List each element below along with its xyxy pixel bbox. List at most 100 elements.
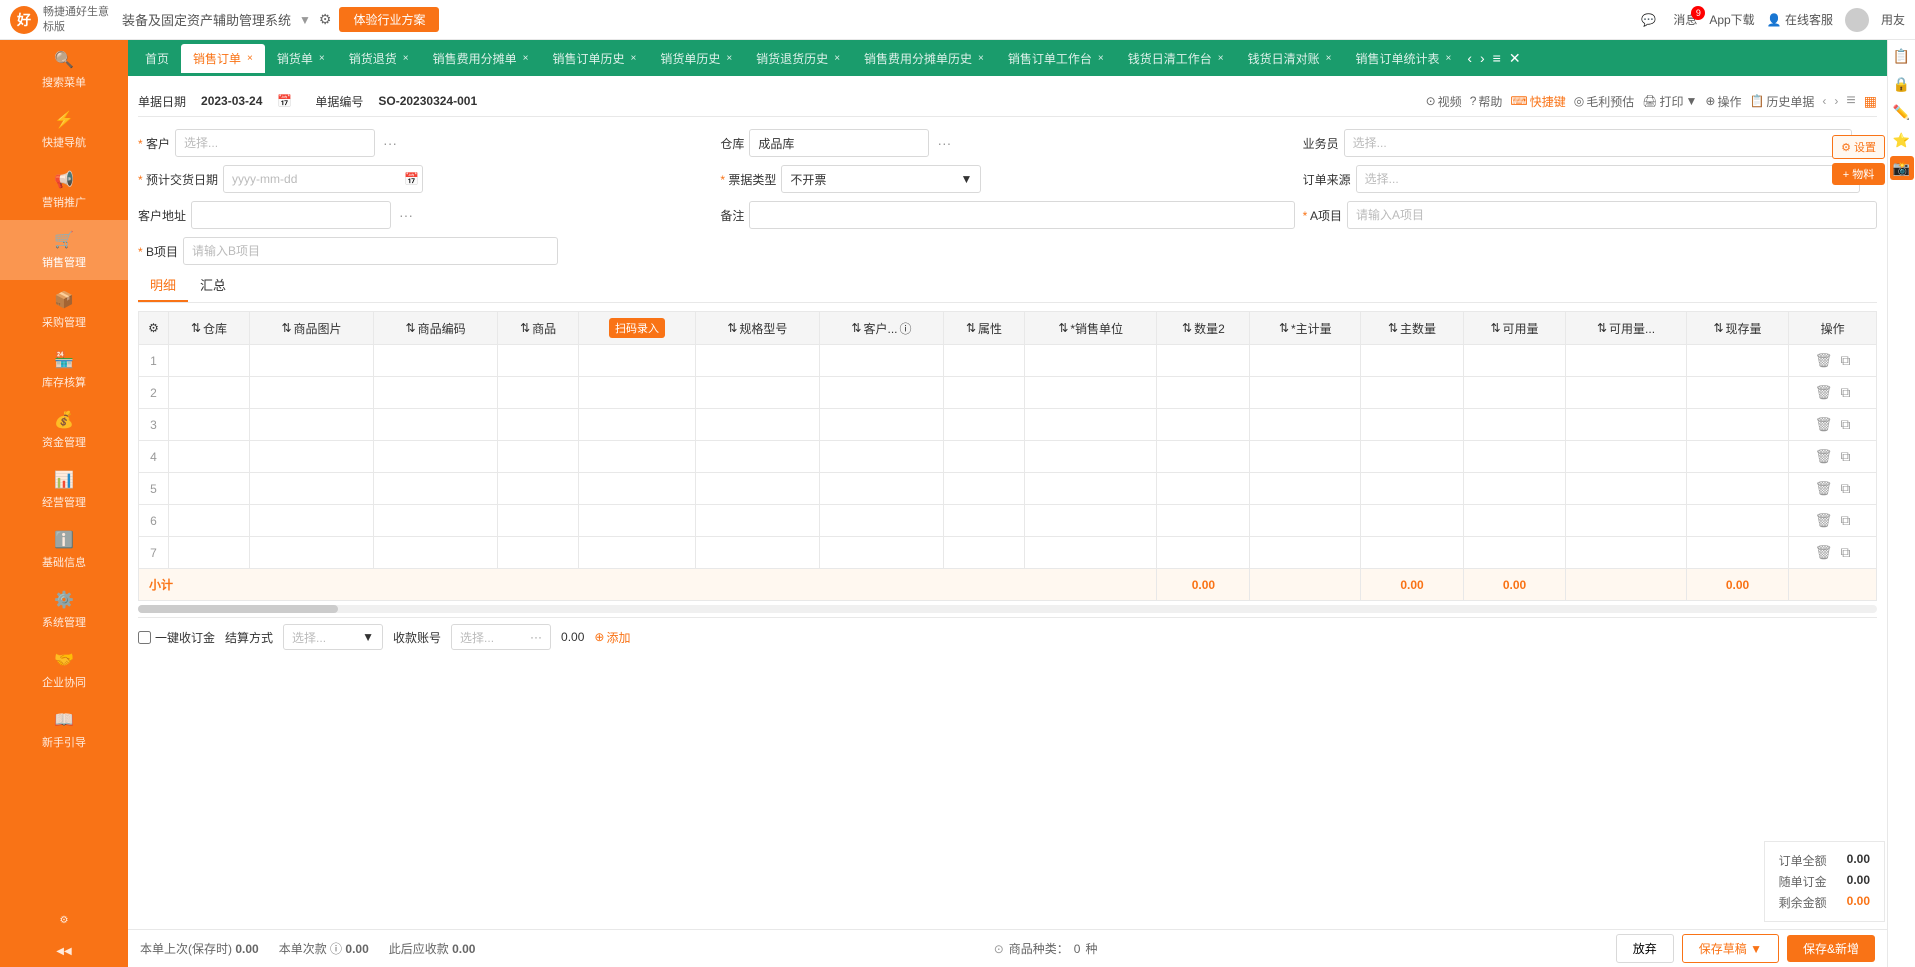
row-1-available[interactable] bbox=[1463, 345, 1566, 377]
row-2-copy-btn[interactable]: ⧉ bbox=[1839, 382, 1853, 403]
row-1-main-qty[interactable] bbox=[1361, 345, 1464, 377]
calendar-icon[interactable]: 📅 bbox=[277, 94, 292, 108]
customer-address-input[interactable] bbox=[191, 201, 391, 229]
row-3-image[interactable] bbox=[249, 409, 373, 441]
profit-link[interactable]: ◎ 毛利预估 bbox=[1574, 93, 1635, 110]
th-scan[interactable]: 扫码录入 bbox=[579, 312, 696, 345]
warehouse-more-btn[interactable]: ··· bbox=[934, 135, 954, 151]
operation-link[interactable]: ⊕ 操作 bbox=[1705, 93, 1741, 110]
app-download[interactable]: App下载 bbox=[1709, 11, 1754, 28]
row-1-main-unit[interactable] bbox=[1250, 345, 1361, 377]
tab-daily-workbench[interactable]: 钱货日清工作台 × bbox=[1116, 44, 1236, 73]
sidebar-collapse[interactable]: ◀◀ bbox=[0, 936, 128, 967]
row-3-unit[interactable] bbox=[1024, 409, 1156, 441]
row-4-delete-btn[interactable]: 🗑 bbox=[1813, 446, 1835, 467]
row-4-copy-btn[interactable]: ⧉ bbox=[1839, 446, 1853, 467]
row-2-available2[interactable] bbox=[1566, 377, 1686, 409]
row-3-warehouse[interactable] bbox=[169, 409, 250, 441]
row-2-code[interactable] bbox=[374, 377, 498, 409]
tab-history-slip[interactable]: 销货单历史 × bbox=[648, 44, 744, 73]
row-6-delete-btn[interactable]: 🗑 bbox=[1813, 510, 1835, 531]
row-3-spec[interactable] bbox=[695, 409, 819, 441]
row-3-available[interactable] bbox=[1463, 409, 1566, 441]
row-1-qty2[interactable] bbox=[1157, 345, 1250, 377]
row-2-delete-btn[interactable]: 🗑 bbox=[1813, 382, 1835, 403]
sidebar-item-enterprise[interactable]: 🤝 企业协同 bbox=[0, 640, 128, 700]
add-receipt-btn[interactable]: ⊕ 添加 bbox=[594, 629, 630, 646]
sidebar-item-management[interactable]: 📊 经营管理 bbox=[0, 460, 128, 520]
customer-input[interactable] bbox=[175, 129, 375, 157]
order-source-input[interactable] bbox=[1356, 165, 1860, 193]
row-3-qty2[interactable] bbox=[1157, 409, 1250, 441]
tab-close-return[interactable]: × bbox=[403, 53, 409, 64]
row-3-available2[interactable] bbox=[1566, 409, 1686, 441]
remark-input[interactable] bbox=[749, 201, 1294, 229]
row-2-qty2[interactable] bbox=[1157, 377, 1250, 409]
row-2-warehouse[interactable] bbox=[169, 377, 250, 409]
tab-close-history-return[interactable]: × bbox=[834, 53, 840, 64]
tab-history-order[interactable]: 销售订单历史 × bbox=[540, 44, 648, 73]
row-3-copy-btn[interactable]: ⧉ bbox=[1839, 414, 1853, 435]
row-3-main-qty[interactable] bbox=[1361, 409, 1464, 441]
th-available[interactable]: ⇅ 可用量 bbox=[1463, 312, 1566, 345]
row-2-image[interactable] bbox=[249, 377, 373, 409]
th-customer[interactable]: ⇅ 客户... ⓘ bbox=[819, 312, 943, 345]
row-1-unit[interactable] bbox=[1024, 345, 1156, 377]
sidebar-item-guide[interactable]: 📖 新手引导 bbox=[0, 700, 128, 760]
content-tab-summary[interactable]: 汇总 bbox=[188, 269, 238, 302]
row-5-delete-btn[interactable]: 🗑 bbox=[1813, 478, 1835, 499]
tab-expense[interactable]: 销售费用分摊单 × bbox=[421, 44, 541, 73]
row-3-scan[interactable] bbox=[579, 409, 696, 441]
row-3-delete-btn[interactable]: 🗑 bbox=[1813, 414, 1835, 435]
tab-close-expense[interactable]: × bbox=[523, 53, 529, 64]
tab-close-history-order[interactable]: × bbox=[630, 53, 636, 64]
a-project-input[interactable] bbox=[1347, 201, 1877, 229]
rs-icon-4[interactable]: ⭐ bbox=[1890, 128, 1914, 152]
tab-close-sales-order[interactable]: × bbox=[247, 53, 253, 64]
h-scrollbar-thumb[interactable] bbox=[138, 605, 338, 613]
save-new-btn[interactable]: 保存&新增 bbox=[1787, 935, 1875, 962]
tab-return[interactable]: 销货退货 × bbox=[337, 44, 421, 73]
receipt-account-select[interactable]: 选择... ··· bbox=[451, 624, 551, 650]
row-3-attribute[interactable] bbox=[944, 409, 1025, 441]
row-6-copy-btn[interactable]: ⧉ bbox=[1839, 510, 1853, 531]
row-1-spec[interactable] bbox=[695, 345, 819, 377]
rs-icon-1[interactable]: 📋 bbox=[1890, 44, 1914, 68]
content-tab-detail[interactable]: 明细 bbox=[138, 269, 188, 302]
row-2-product[interactable] bbox=[498, 377, 579, 409]
th-main-qty[interactable]: ⇅ 主数量 bbox=[1361, 312, 1464, 345]
quick-key-link[interactable]: ⌨ 快捷键 bbox=[1510, 93, 1565, 110]
scan-btn[interactable]: 扫码录入 bbox=[609, 318, 665, 338]
tab-order-workbench[interactable]: 销售订单工作台 × bbox=[996, 44, 1116, 73]
print-link[interactable]: 🖨 打印 ▼ bbox=[1642, 93, 1697, 110]
row-2-attribute[interactable] bbox=[944, 377, 1025, 409]
row-5-copy-btn[interactable]: ⧉ bbox=[1839, 478, 1853, 499]
tab-history-return[interactable]: 销货退货历史 × bbox=[744, 44, 852, 73]
nav-prev[interactable]: ‹ bbox=[1822, 94, 1826, 108]
rs-icon-3[interactable]: ✏️ bbox=[1890, 100, 1914, 124]
row-7-delete-btn[interactable]: 🗑 bbox=[1813, 542, 1835, 563]
row-1-attribute[interactable] bbox=[944, 345, 1025, 377]
nav-next[interactable]: › bbox=[1834, 94, 1838, 108]
help-link[interactable]: ? 帮助 bbox=[1470, 93, 1503, 110]
th-qty2[interactable]: ⇅ 数量2 bbox=[1157, 312, 1250, 345]
row-2-available[interactable] bbox=[1463, 377, 1566, 409]
row-1-product[interactable] bbox=[498, 345, 579, 377]
row-1-image[interactable] bbox=[249, 345, 373, 377]
dropdown-icon[interactable]: ▼ bbox=[299, 13, 311, 27]
settle-method-select[interactable]: 选择... ▼ bbox=[283, 624, 383, 650]
th-unit[interactable]: ⇅ *销售单位 bbox=[1024, 312, 1156, 345]
tab-expense-history[interactable]: 销售费用分摊单历史 × bbox=[852, 44, 996, 73]
row-1-current[interactable] bbox=[1686, 345, 1789, 377]
row-2-unit[interactable] bbox=[1024, 377, 1156, 409]
row-7-copy-btn[interactable]: ⧉ bbox=[1839, 542, 1853, 563]
sidebar-item-finance[interactable]: 💰 资金管理 bbox=[0, 400, 128, 460]
row-3-main-unit[interactable] bbox=[1250, 409, 1361, 441]
row-4-warehouse[interactable] bbox=[169, 441, 250, 473]
row-1-copy-btn[interactable]: ⧉ bbox=[1839, 350, 1853, 371]
sidebar-item-basic[interactable]: ℹ️ 基础信息 bbox=[0, 520, 128, 580]
staff-input[interactable] bbox=[1344, 129, 1852, 157]
row-2-main-qty[interactable] bbox=[1361, 377, 1464, 409]
th-settings[interactable]: ⚙ bbox=[139, 312, 169, 345]
row-3-product[interactable] bbox=[498, 409, 579, 441]
